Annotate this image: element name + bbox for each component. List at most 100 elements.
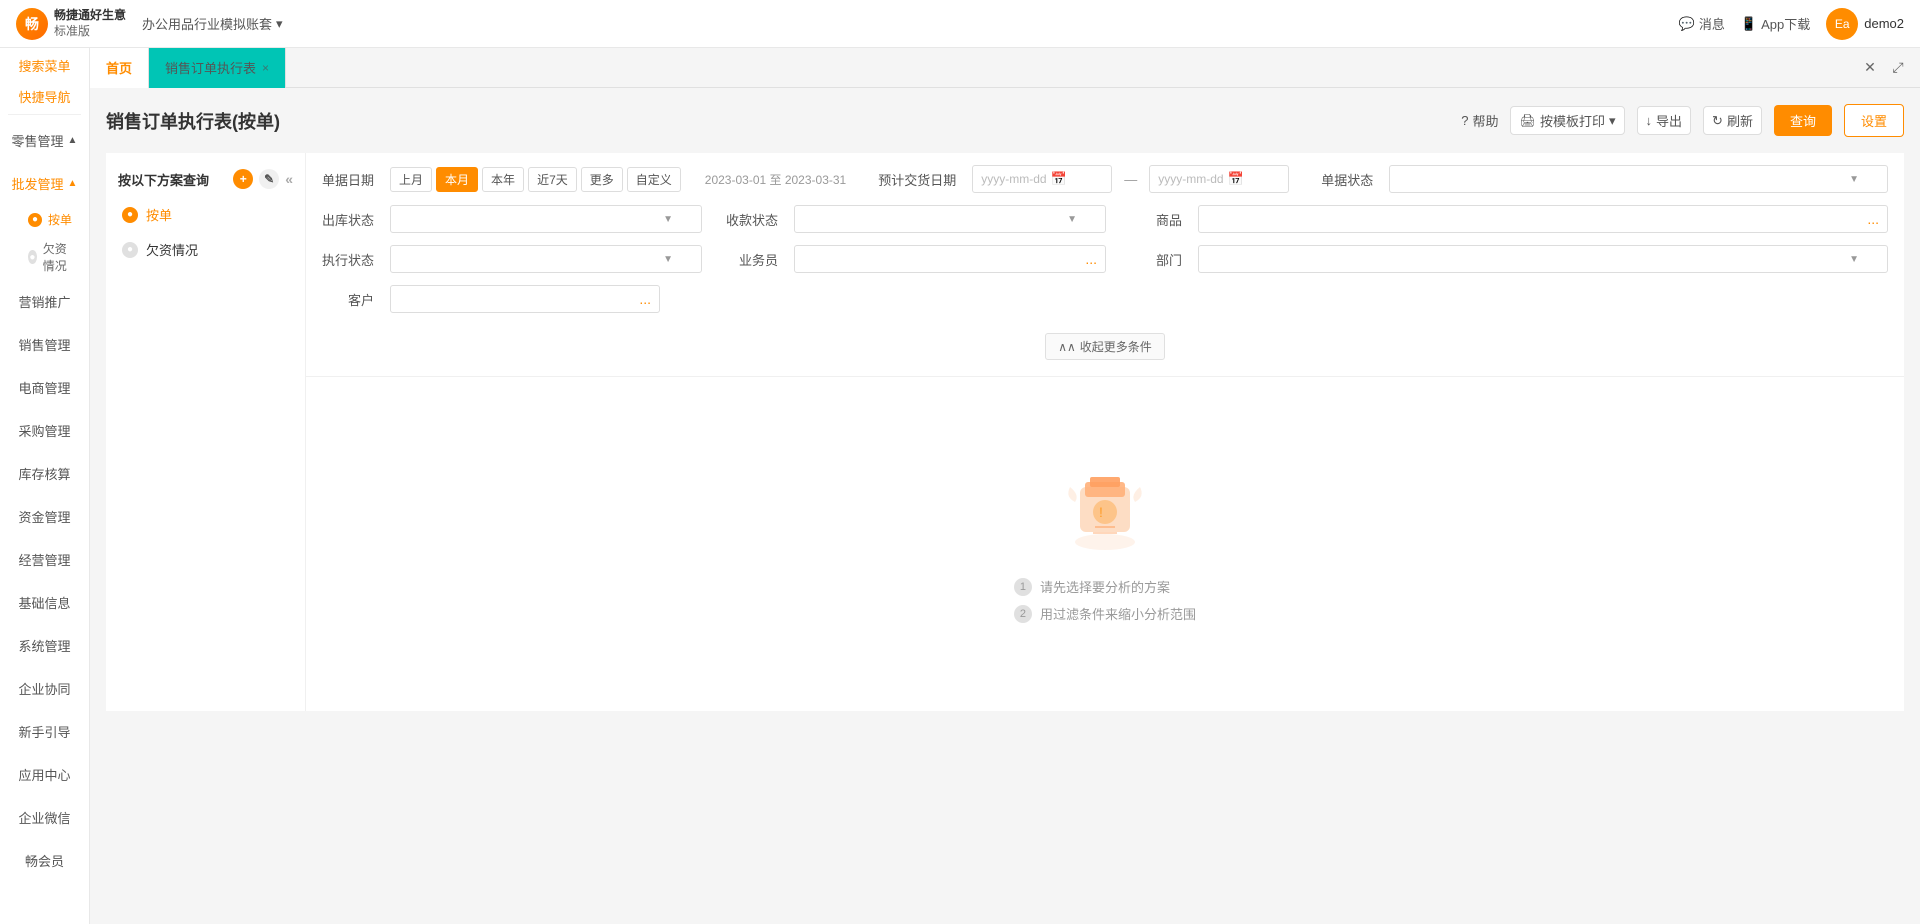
settings-button[interactable]: 设置 [1844,104,1904,137]
sub-order-label: 按单 [48,211,72,228]
tab-actions: ✕ ⤢ [1848,58,1920,78]
collect-status-select[interactable]: ▼ [794,205,1106,233]
sidebar-item-member[interactable]: 畅会员 [4,841,85,880]
tab-home[interactable]: 首页 [90,48,149,88]
expected-date-end-cal-icon[interactable]: 📅 [1228,171,1244,187]
sidebar-item-finance[interactable]: 资金管理 [4,497,85,536]
help-button[interactable]: ? 帮助 [1461,111,1498,130]
collect-status-wrapper: ▼ [794,205,1106,233]
sidebar-sub-debt[interactable]: ● 欠资情况 [0,234,89,280]
empty-steps: 1 请先选择要分析的方案 2 用过滤条件来缩小分析范围 [1014,577,1196,631]
app-download-button[interactable]: 📱 App下载 [1741,14,1810,33]
sidebar-item-apps[interactable]: 应用中心 [4,755,85,794]
exec-status-select[interactable]: ▼ [390,245,702,273]
date-this-year-btn[interactable]: 本年 [482,167,524,192]
step-1-num: 1 [1014,578,1032,596]
customer-input[interactable]: ... [390,285,660,313]
tab-close-icon[interactable]: × [262,61,269,75]
salesperson-ellipsis[interactable]: ... [1085,251,1097,267]
out-status-chevron-icon: ▼ [663,214,673,225]
sidebar-item-wholesale[interactable]: 批发管理 ▲ [4,164,85,203]
page-title: 销售订单执行表(按单) [106,108,280,134]
goods-ellipsis[interactable]: ... [1867,211,1879,227]
sidebar-item-purchase[interactable]: 采购管理 [4,411,85,450]
tab-close-window-button[interactable]: ✕ [1860,58,1880,78]
date-this-month-btn[interactable]: 本月 [436,167,478,192]
scheme-item-debt[interactable]: ● 欠资情况 [106,232,305,267]
scheme-add-button[interactable]: + [233,169,253,189]
query-button[interactable]: 查询 [1774,105,1832,136]
filter-row-3: 执行状态 ▼ 业务员 [322,245,1888,273]
sidebar-item-inventory[interactable]: 库存核算 [4,454,85,493]
scheme-dot-order: ● [122,207,138,223]
sidebar-sub-order[interactable]: ● 按单 [0,205,89,234]
date-filter-field: 单据日期 上月 本月 本年 近7天 更多 自定义 [322,167,681,192]
top-bar-left: 畅 畅捷通好生意 标准版 办公用品行业模拟账套 ▾ [16,8,291,40]
out-status-select[interactable]: ▼ [390,205,702,233]
date-range-display: 2023-03-01 至 2023-03-31 [705,171,846,188]
tab-maximize-button[interactable]: ⤢ [1888,58,1908,78]
sidebar-item-sales[interactable]: 销售管理 [4,325,85,364]
step-2-num: 2 [1014,605,1032,623]
date-range-text-area: 2023-03-01 至 2023-03-31 [705,171,846,188]
sidebar-item-member-label: 畅会员 [25,854,64,869]
sidebar-item-newbie[interactable]: 新手引导 [4,712,85,751]
doc-status-select[interactable]: ▼ [1389,165,1888,193]
sidebar-item-retail-label: 零售管理 [12,131,64,150]
workspace-selector[interactable]: 办公用品行业模拟账套 ▾ [134,10,291,37]
empty-state: ! 1 [1014,377,1196,711]
department-select[interactable]: ▼ [1198,245,1888,273]
salesperson-input[interactable]: ... [794,245,1106,273]
scheme-item-debt-label: 欠资情况 [146,240,198,259]
scheme-item-order-label: 按单 [146,205,172,224]
date-last7-btn[interactable]: 近7天 [528,167,577,192]
sidebar-item-newbie-label: 新手引导 [18,725,70,740]
expected-date-start-input[interactable]: yyyy-mm-dd 📅 [972,165,1112,193]
tab-sales-order-exec[interactable]: 销售订单执行表 × [149,48,286,88]
expected-date-end-input[interactable]: yyyy-mm-dd 📅 [1149,165,1289,193]
sidebar-retail-arrow-icon: ▲ [68,135,78,146]
sidebar-item-system[interactable]: 系统管理 [4,626,85,665]
expected-date-start-cal-icon[interactable]: 📅 [1051,171,1067,187]
sidebar-item-marketing[interactable]: 营销推广 [4,282,85,321]
top-bar-right: 💬 消息 📱 App下载 Ea demo2 [1679,8,1904,40]
sidebar-item-retail[interactable]: 零售管理 ▲ [4,121,85,160]
date-custom-btn[interactable]: 自定义 [627,167,681,192]
left-scheme-panel: 按以下方案查询 + ✎ « ● 按单 ● [106,153,306,711]
print-button[interactable]: 🖨 按模板打印 ▾ [1510,106,1624,135]
scheme-item-order[interactable]: ● 按单 [106,197,305,232]
sidebar-item-basic-label: 基础信息 [18,596,70,611]
date-last-month-btn[interactable]: 上月 [390,167,432,192]
collapse-row: ∧∧ 收起更多条件 [322,325,1888,364]
sidebar-item-enterprise[interactable]: 企业协同 [4,669,85,708]
help-label: 帮助 [1472,111,1498,130]
customer-ellipsis[interactable]: ... [639,291,651,307]
empty-icon: ! [1055,457,1155,557]
sidebar-item-operation-label: 经营管理 [18,553,70,568]
sidebar-item-wechat[interactable]: 企业微信 [4,798,85,837]
exec-status-label: 执行状态 [322,250,382,269]
user-profile[interactable]: Ea demo2 [1826,8,1904,40]
sidebar-item-basic[interactable]: 基础信息 [4,583,85,622]
department-label: 部门 [1130,250,1190,269]
sidebar-item-ecommerce[interactable]: 电商管理 [4,368,85,407]
filter-row-1: 单据日期 上月 本月 本年 近7天 更多 自定义 [322,165,1888,193]
message-label: 消息 [1699,14,1725,33]
scheme-edit-button[interactable]: ✎ [259,169,279,189]
collapse-button[interactable]: ∧∧ 收起更多条件 [1045,333,1165,360]
scheme-collapse-button[interactable]: « [285,171,293,187]
sidebar-quick-nav[interactable]: 快捷导航 [0,79,89,110]
out-status-wrapper: ▼ [390,205,702,233]
logo-area: 畅 畅捷通好生意 标准版 [16,8,126,40]
refresh-icon: ↻ [1712,113,1723,129]
message-button[interactable]: 💬 消息 [1679,14,1725,33]
export-icon: ↓ [1646,113,1653,128]
workspace-chevron-icon: ▾ [276,16,283,32]
date-more-btn[interactable]: 更多 [581,167,623,192]
sidebar-search[interactable]: 搜索菜单 [0,48,89,79]
refresh-button[interactable]: ↻ 刷新 [1703,106,1762,135]
goods-input[interactable]: ... [1198,205,1888,233]
workspace-label: 办公用品行业模拟账套 [142,14,272,33]
export-button[interactable]: ↓ 导出 [1637,106,1692,135]
sidebar-item-operation[interactable]: 经营管理 [4,540,85,579]
